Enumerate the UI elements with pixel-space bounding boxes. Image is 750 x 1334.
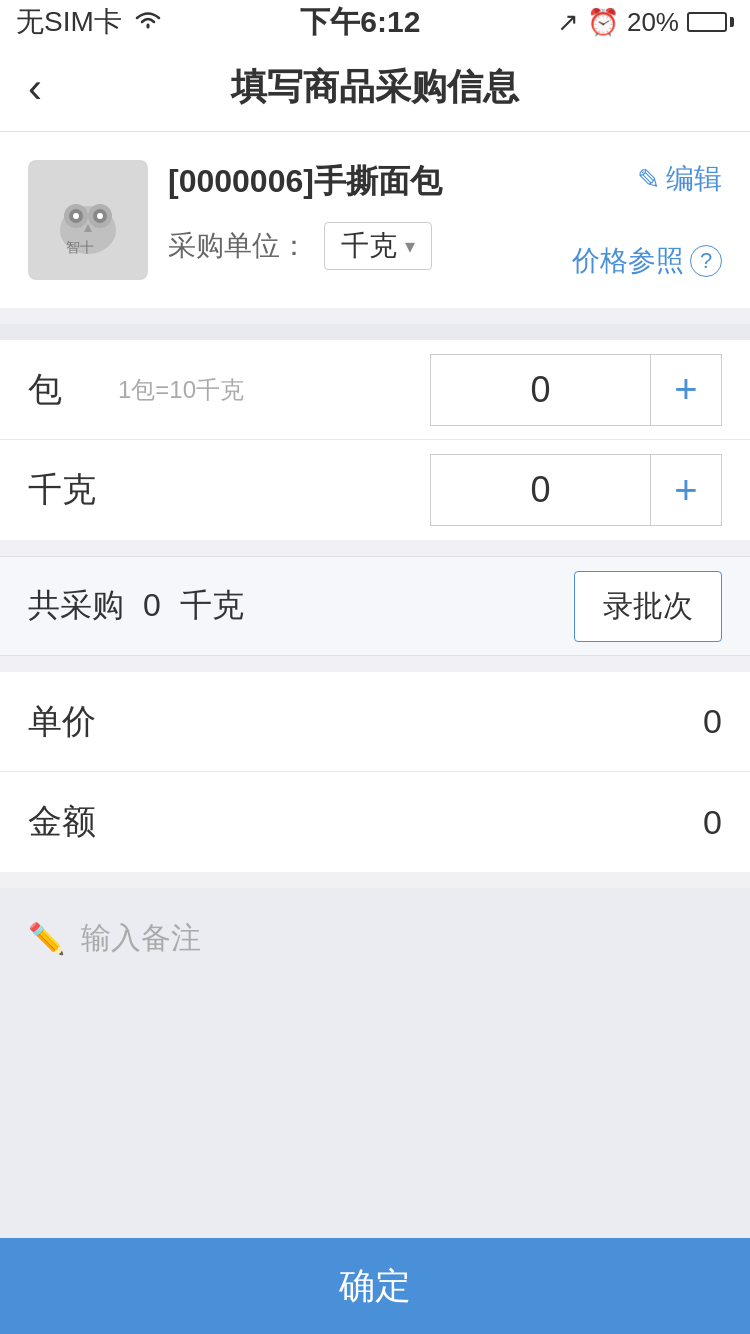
input-section: 包 1包=10千克 + 千克 + <box>0 340 750 540</box>
total-text: 共采购 0 千克 <box>28 584 574 628</box>
nav-bar: ‹ 填写商品采购信息 <box>0 44 750 132</box>
unit-dropdown[interactable]: 千克 ▾ <box>324 222 432 270</box>
svg-point-6 <box>97 213 103 219</box>
edit-label: 编辑 <box>666 160 722 198</box>
page-title: 填写商品采购信息 <box>231 63 519 112</box>
carrier-text: 无SIM卡 <box>16 3 122 41</box>
edit-button[interactable]: ✎ 编辑 <box>637 160 722 198</box>
bag-input-row: 包 1包=10千克 + <box>0 340 750 440</box>
kg-plus-button[interactable]: + <box>650 454 722 526</box>
unit-price-label: 单价 <box>28 699 703 745</box>
product-card: 智十 [0000006]手撕面包 采购单位： 千克 ▾ ✎ 编辑 价格参照 ? <box>0 132 750 308</box>
price-info-section: 单价 0 金额 0 <box>0 672 750 872</box>
divider-band-1 <box>0 324 750 340</box>
batch-button[interactable]: 录批次 <box>574 571 722 642</box>
confirm-label: 确定 <box>339 1262 411 1311</box>
unit-price-row: 单价 0 <box>0 672 750 772</box>
product-logo: 智十 <box>28 160 148 280</box>
svg-text:智十: 智十 <box>66 239 94 255</box>
pencil-icon: ✏️ <box>28 921 65 956</box>
unit-label: 采购单位： <box>168 227 308 265</box>
amount-label: 金额 <box>28 799 703 845</box>
alarm-icon: ⏰ <box>587 7 619 38</box>
confirm-button[interactable]: 确定 <box>0 1238 750 1334</box>
total-row: 共采购 0 千克 录批次 <box>0 556 750 656</box>
price-ref-button[interactable]: 价格参照 ? <box>572 242 722 280</box>
bag-label: 包 <box>28 367 108 413</box>
bag-quantity-input[interactable] <box>430 354 650 426</box>
wifi-icon <box>132 6 164 38</box>
edit-icon: ✎ <box>637 163 660 196</box>
amount-value: 0 <box>703 803 722 842</box>
bag-input-control: + <box>430 354 722 426</box>
kg-quantity-input[interactable] <box>430 454 650 526</box>
svg-point-5 <box>73 213 79 219</box>
kg-label: 千克 <box>28 467 108 513</box>
battery-percent: 20% <box>627 7 679 38</box>
unit-price-value: 0 <box>703 702 722 741</box>
total-label: 共采购 <box>28 587 124 623</box>
remark-placeholder: 输入备注 <box>81 918 201 959</box>
bag-sublabel: 1包=10千克 <box>118 374 430 406</box>
kg-input-row: 千克 + <box>0 440 750 540</box>
status-bar: 无SIM卡 下午6:12 ↗ ⏰ 20% <box>0 0 750 44</box>
back-button[interactable]: ‹ <box>28 67 42 109</box>
status-left: 无SIM卡 <box>16 3 164 41</box>
amount-row: 金额 0 <box>0 772 750 872</box>
dropdown-arrow-icon: ▾ <box>405 234 415 258</box>
price-ref-label: 价格参照 <box>572 242 684 280</box>
location-icon: ↗ <box>557 7 579 38</box>
total-unit: 千克 <box>180 587 244 623</box>
battery-icon <box>687 12 734 32</box>
status-time: 下午6:12 <box>300 2 420 43</box>
total-value: 0 <box>143 587 161 623</box>
bag-plus-button[interactable]: + <box>650 354 722 426</box>
product-image: 智十 <box>28 160 148 280</box>
unit-value: 千克 <box>341 227 397 265</box>
kg-input-control: + <box>430 454 722 526</box>
status-right: ↗ ⏰ 20% <box>557 7 734 38</box>
remark-section[interactable]: ✏️ 输入备注 <box>0 888 750 988</box>
help-icon: ? <box>690 245 722 277</box>
